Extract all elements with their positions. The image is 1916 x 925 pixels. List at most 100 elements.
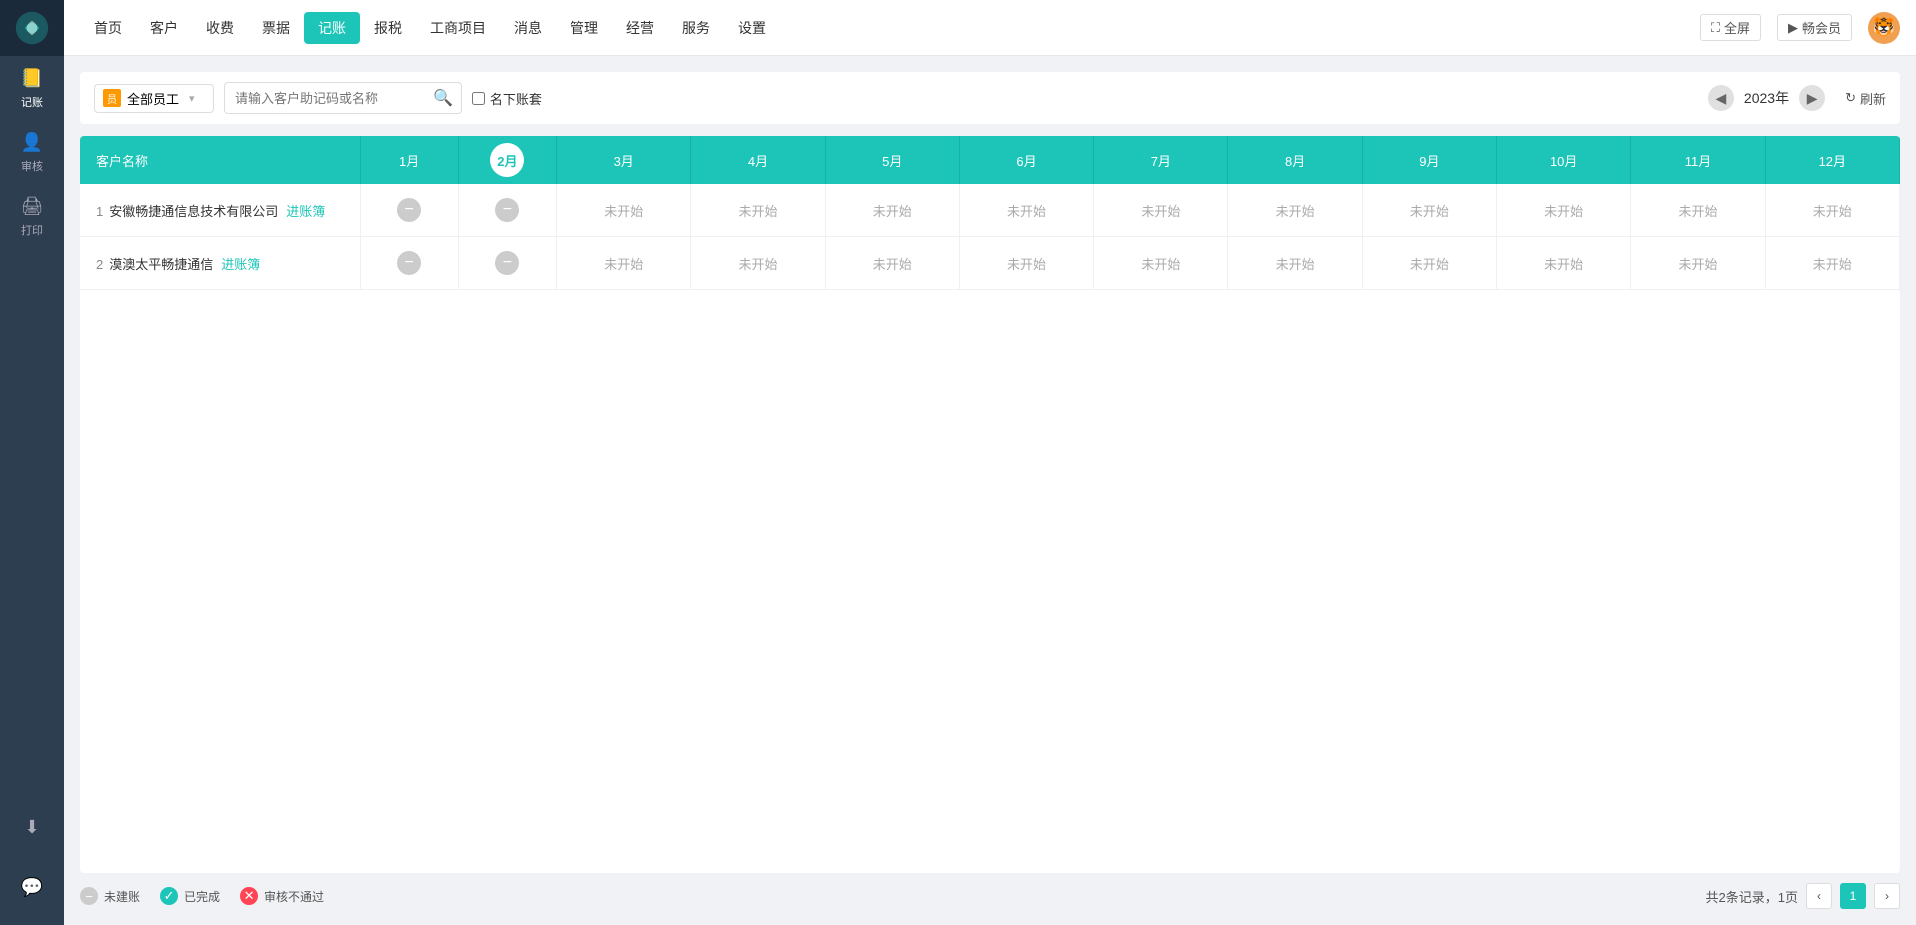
col-header-m9[interactable]: 9月 — [1362, 136, 1496, 184]
page-1-button[interactable]: 1 — [1840, 883, 1866, 909]
status-done-dot: − — [397, 198, 421, 222]
toolbar: 员 全部员工 ▾ 🔍 名下账套 ◀ 2023年 ▶ ↻ 刷新 — [80, 72, 1900, 124]
next-year-button[interactable]: ▶ — [1799, 85, 1825, 111]
status-not-started: 未开始 — [1813, 204, 1852, 219]
status-not-started: 未开始 — [1410, 204, 1449, 219]
prev-page-button[interactable]: ‹ — [1806, 883, 1832, 909]
col-header-m1[interactable]: 1月 — [360, 136, 458, 184]
table-container: 客户名称 1月 2月 3月 4月 5月 6月 7月 8月 9月 — [80, 136, 1900, 873]
table-cell-m6[interactable]: 未开始 — [959, 237, 1093, 290]
employee-icon: 员 — [103, 89, 121, 107]
pagination: 共2条记录，1页 ‹ 1 › — [1706, 883, 1900, 909]
legend-dot-teal: ✓ — [160, 887, 178, 905]
nav-invoice[interactable]: 票据 — [248, 12, 304, 44]
col-header-m12[interactable]: 12月 — [1765, 136, 1899, 184]
table-cell-m3[interactable]: 未开始 — [557, 237, 691, 290]
table-cell-m10[interactable]: 未开始 — [1497, 184, 1631, 237]
search-input[interactable] — [225, 86, 425, 111]
col-header-m8[interactable]: 8月 — [1228, 136, 1362, 184]
enter-link[interactable]: 进账簿 — [221, 257, 260, 272]
table-cell-m7[interactable]: 未开始 — [1094, 237, 1228, 290]
prev-year-button[interactable]: ◀ — [1708, 85, 1734, 111]
company-name: 漠澳太平畅捷通信 — [109, 257, 213, 272]
col-header-m7[interactable]: 7月 — [1094, 136, 1228, 184]
enter-link[interactable]: 进账簿 — [286, 204, 325, 219]
table-cell-m6[interactable]: 未开始 — [959, 184, 1093, 237]
sidebar-item-download[interactable]: ⬇ — [0, 799, 64, 855]
nav-collection[interactable]: 收费 — [192, 12, 248, 44]
checkbox-label[interactable]: 名下账套 — [472, 89, 542, 108]
status-done-dot: − — [495, 198, 519, 222]
col-header-m5[interactable]: 5月 — [825, 136, 959, 184]
table-cell-m9[interactable]: 未开始 — [1362, 237, 1496, 290]
table-cell-m10[interactable]: 未开始 — [1497, 237, 1631, 290]
nav-biz[interactable]: 工商项目 — [416, 12, 500, 44]
footer: − 未建账 ✓ 已完成 ✕ 审核不通过 共2条记录，1页 ‹ 1 › — [80, 873, 1900, 909]
table-cell-m2[interactable]: − — [458, 184, 556, 237]
my-accounts-checkbox[interactable] — [472, 92, 485, 105]
search-button[interactable]: 🔍 — [425, 83, 461, 113]
table-cell-m3[interactable]: 未开始 — [557, 184, 691, 237]
table-cell-name: 1安徽畅捷通信息技术有限公司进账簿 — [80, 184, 360, 237]
nav-customer[interactable]: 客户 — [136, 12, 192, 44]
table-cell-m8[interactable]: 未开始 — [1228, 237, 1362, 290]
review-icon: 👤 — [20, 130, 44, 154]
employee-select[interactable]: 员 全部员工 ▾ — [94, 84, 214, 113]
print-icon: 🖨 — [20, 194, 44, 218]
nav-home[interactable]: 首页 — [80, 12, 136, 44]
bookkeeping-icon: 📒 — [20, 66, 44, 90]
table-cell-m11[interactable]: 未开始 — [1631, 184, 1765, 237]
sidebar: 📒 记账 👤 审核 🖨 打印 ⬇ 💬 — [0, 0, 64, 925]
nav-service[interactable]: 服务 — [668, 12, 724, 44]
status-not-started: 未开始 — [1410, 257, 1449, 272]
nav-settings[interactable]: 设置 — [724, 12, 780, 44]
sidebar-item-print[interactable]: 🖨 打印 — [0, 184, 64, 248]
data-table: 客户名称 1月 2月 3月 4月 5月 6月 7月 8月 9月 — [80, 136, 1900, 290]
next-page-button[interactable]: › — [1874, 883, 1900, 909]
col-header-m6[interactable]: 6月 — [959, 136, 1093, 184]
status-not-started: 未开始 — [604, 257, 643, 272]
sidebar-item-review[interactable]: 👤 审核 — [0, 120, 64, 184]
table-cell-m5[interactable]: 未开始 — [825, 184, 959, 237]
table-cell-m1[interactable]: − — [360, 184, 458, 237]
nav-tax[interactable]: 报税 — [360, 12, 416, 44]
table-cell-m9[interactable]: 未开始 — [1362, 184, 1496, 237]
table-cell-m11[interactable]: 未开始 — [1631, 237, 1765, 290]
table-cell-m4[interactable]: 未开始 — [691, 184, 825, 237]
table-cell-m4[interactable]: 未开始 — [691, 237, 825, 290]
sidebar-item-bookkeeping[interactable]: 📒 记账 — [0, 56, 64, 120]
status-done-dot: − — [495, 251, 519, 275]
status-not-started: 未开始 — [1141, 257, 1180, 272]
table-cell-m12[interactable]: 未开始 — [1765, 184, 1899, 237]
vip-button[interactable]: ▶ 畅会员 — [1777, 14, 1852, 41]
table-cell-m2[interactable]: − — [458, 237, 556, 290]
status-not-started: 未开始 — [738, 204, 777, 219]
fullscreen-icon: ⛶ — [1711, 20, 1720, 36]
table-cell-m8[interactable]: 未开始 — [1228, 184, 1362, 237]
col-header-m3[interactable]: 3月 — [557, 136, 691, 184]
table-cell-m1[interactable]: − — [360, 237, 458, 290]
table-cell-m7[interactable]: 未开始 — [1094, 184, 1228, 237]
refresh-label: 刷新 — [1860, 89, 1886, 108]
table-cell-m5[interactable]: 未开始 — [825, 237, 959, 290]
col-header-m4[interactable]: 4月 — [691, 136, 825, 184]
main-content: 首页 客户 收费 票据 记账 报税 工商项目 消息 管理 经营 服务 设置 ⛶ … — [64, 0, 1916, 925]
legend-dot-grey: − — [80, 887, 98, 905]
nav-bookkeeping[interactable]: 记账 — [304, 12, 360, 44]
nav-manage[interactable]: 管理 — [556, 12, 612, 44]
status-not-started: 未开始 — [1007, 257, 1046, 272]
fullscreen-button[interactable]: ⛶ 全屏 — [1700, 14, 1761, 41]
col-header-m2[interactable]: 2月 — [458, 136, 556, 184]
nav-operation[interactable]: 经营 — [612, 12, 668, 44]
sidebar-item-support[interactable]: 💬 — [0, 859, 64, 915]
avatar[interactable]: 🐯 — [1868, 12, 1900, 44]
chevron-down-icon: ▾ — [189, 92, 195, 105]
table-row: 1安徽畅捷通信息技术有限公司进账簿−−未开始未开始未开始未开始未开始未开始未开始… — [80, 184, 1900, 237]
col-header-m11[interactable]: 11月 — [1631, 136, 1765, 184]
table-cell-m12[interactable]: 未开始 — [1765, 237, 1899, 290]
refresh-button[interactable]: ↻ 刷新 — [1845, 89, 1886, 108]
year-display: 2023年 — [1744, 88, 1789, 108]
col-header-m10[interactable]: 10月 — [1497, 136, 1631, 184]
nav-message[interactable]: 消息 — [500, 12, 556, 44]
fullscreen-label: 全屏 — [1724, 18, 1750, 37]
